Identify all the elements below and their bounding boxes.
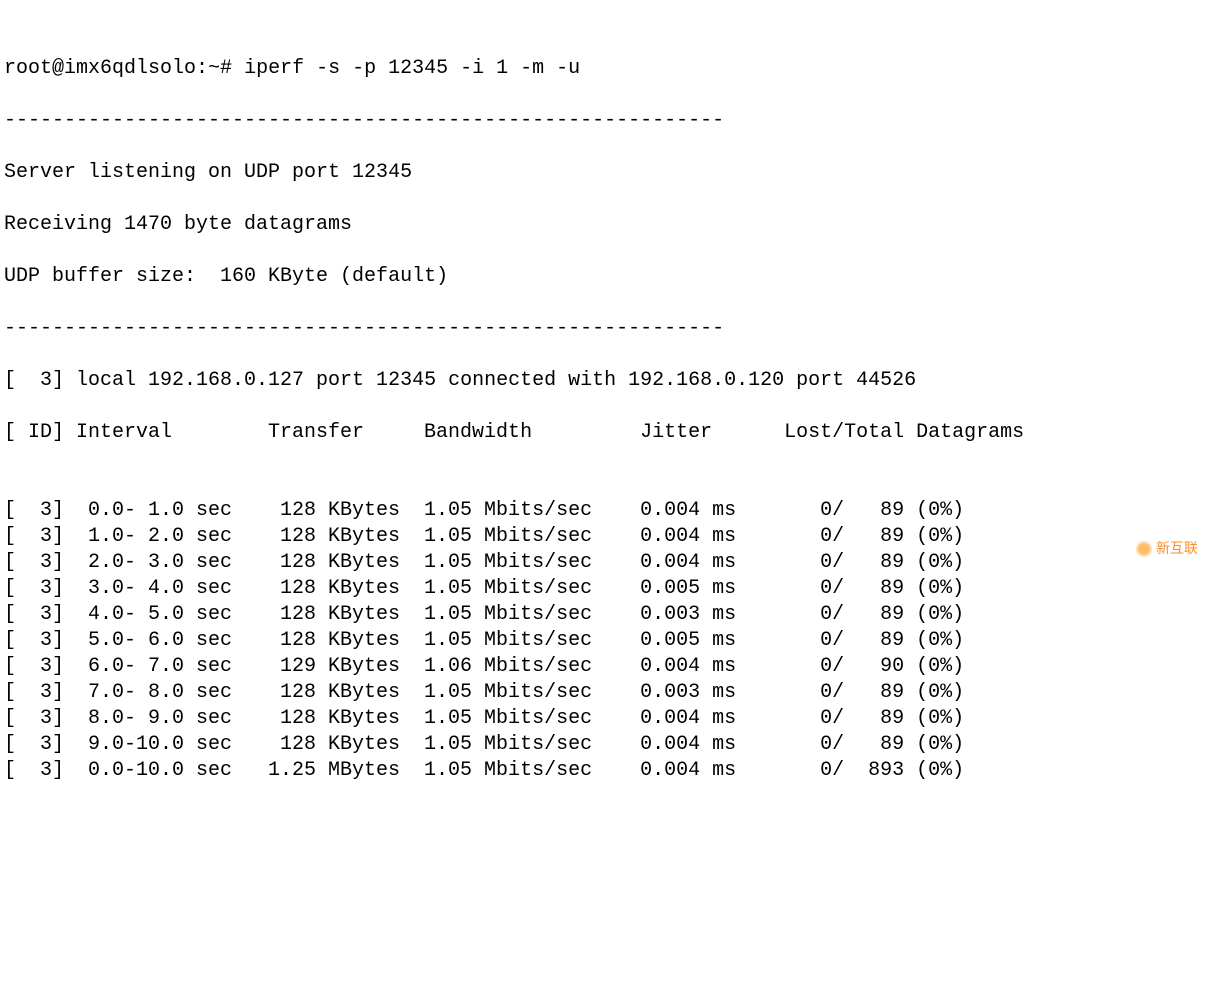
table-row: [ 3] 6.0- 7.0 sec 129 KBytes1.06 Mbits/s…	[4, 654, 1202, 680]
table-row: [ 3] 0.0- 1.0 sec 128 KBytes1.05 Mbits/s…	[4, 498, 1202, 524]
watermark: 新互联	[1136, 539, 1198, 557]
divider: ----------------------------------------…	[4, 316, 1202, 342]
table-row: [ 3] 3.0- 4.0 sec 128 KBytes1.05 Mbits/s…	[4, 576, 1202, 602]
table-body: [ 3] 0.0- 1.0 sec 128 KBytes1.05 Mbits/s…	[4, 472, 1202, 784]
col-losttotal: Lost/Total Datagrams	[784, 420, 1024, 446]
table-row: [ 3] 2.0- 3.0 sec 128 KBytes1.05 Mbits/s…	[4, 550, 1202, 576]
server-receiving: Receiving 1470 byte datagrams	[4, 212, 1202, 238]
table-row: [ 3] 9.0-10.0 sec 128 KBytes1.05 Mbits/s…	[4, 732, 1202, 758]
watermark-icon	[1136, 541, 1152, 557]
table-row: [ 3] 1.0- 2.0 sec 128 KBytes1.05 Mbits/s…	[4, 524, 1202, 550]
command: iperf -s -p 12345 -i 1 -m -u	[244, 56, 580, 82]
table-row: [ 3] 4.0- 5.0 sec 128 KBytes1.05 Mbits/s…	[4, 602, 1202, 628]
table-row: [ 3] 5.0- 6.0 sec 128 KBytes1.05 Mbits/s…	[4, 628, 1202, 654]
col-transfer: Transfer	[268, 420, 424, 446]
watermark-text: 新互联	[1156, 540, 1198, 556]
prompt: root@imx6qdlsolo:~#	[4, 56, 232, 82]
col-jitter: Jitter	[640, 420, 784, 446]
col-bandwidth: Bandwidth	[424, 420, 640, 446]
table-row: [ 3] 7.0- 8.0 sec 128 KBytes1.05 Mbits/s…	[4, 680, 1202, 706]
connection-line: [ 3] local 192.168.0.127 port 12345 conn…	[4, 368, 1202, 394]
divider: ----------------------------------------…	[4, 108, 1202, 134]
terminal-output: root@imx6qdlsolo:~# iperf -s -p 12345 -i…	[4, 30, 1202, 810]
table-row: [ 3] 0.0-10.0 sec1.25 MBytes1.05 Mbits/s…	[4, 758, 1202, 784]
server-listening: Server listening on UDP port 12345	[4, 160, 1202, 186]
col-interval: Interval	[76, 420, 268, 446]
table-header: [ ID]IntervalTransferBandwidthJitterLost…	[4, 420, 1202, 446]
col-id: [ ID]	[4, 420, 76, 446]
table-row: [ 3] 8.0- 9.0 sec 128 KBytes1.05 Mbits/s…	[4, 706, 1202, 732]
server-buffer: UDP buffer size: 160 KByte (default)	[4, 264, 1202, 290]
